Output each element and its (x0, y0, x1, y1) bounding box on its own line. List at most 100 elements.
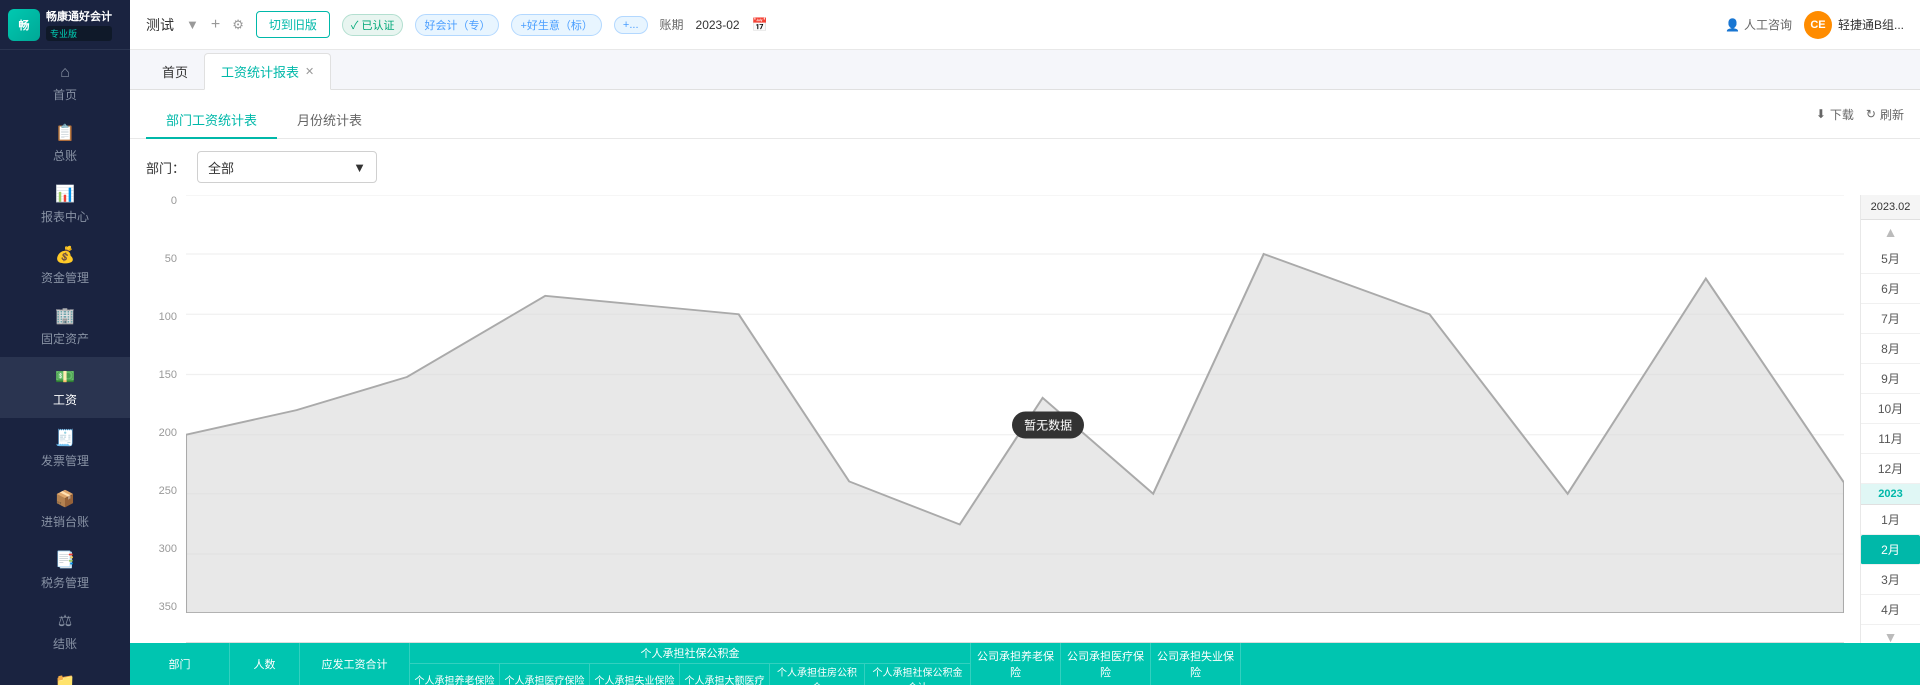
nav-up-button[interactable]: ▲ (1880, 220, 1902, 244)
calendar-icon[interactable]: 📅 (752, 17, 768, 33)
month-item[interactable]: 5月 (1861, 244, 1920, 274)
topbar-actions: 👤 人工咨询 CE 轻捷通B组... (1725, 11, 1904, 39)
sidebar-item-funds[interactable]: 💰资金管理 (0, 235, 130, 296)
chart-area: 350300250200150100500 (130, 195, 1860, 643)
download-button[interactable]: ⬇ 下载 (1816, 106, 1854, 123)
tab-home[interactable]: 首页 (146, 54, 204, 89)
nav-down-button[interactable]: ▼ (1880, 625, 1902, 643)
footer-group-header: 个人承担社保公积金 (410, 643, 970, 664)
topbar-add-icon[interactable]: + (211, 16, 220, 34)
ledger-icon: 📋 (55, 123, 75, 143)
chart-svg-container: 暂无数据 (186, 195, 1844, 613)
sidebar-item-invoice[interactable]: 🧾发票管理 (0, 418, 130, 479)
footer-group-cell: 个人承担医疗保险 (500, 664, 590, 685)
refresh-button[interactable]: ↻ 刷新 (1866, 106, 1904, 123)
toolbar-row: 部门： 全部 ▼ (130, 139, 1920, 195)
refresh-icon: ↻ (1866, 107, 1876, 121)
funds-icon: 💰 (55, 245, 75, 265)
month-2023-item[interactable]: 4月 (1861, 595, 1920, 625)
salary-icon: 💵 (55, 367, 75, 387)
topbar-dropdown-icon[interactable]: ▼ (186, 17, 199, 32)
sub-tabs: 部门工资统计表 月份统计表 (130, 90, 398, 138)
page-content: 部门工资统计表 月份统计表 ⬇ 下载 ↻ 刷新 部门： (130, 90, 1920, 685)
logo-icon: 畅 (8, 9, 40, 41)
sidebar-item-salary[interactable]: 💵工资 (0, 357, 130, 418)
y-axis-label: 350 (146, 601, 181, 613)
y-axis-label: 250 (146, 485, 181, 497)
footer-col: 应发工资合计 (300, 643, 410, 685)
period-value: 2023-02 (696, 18, 740, 32)
sidebar-item-settlement[interactable]: ⚖结账 (0, 601, 130, 662)
footer-group-cell: 个人承担社保公积金合计 (865, 664, 970, 685)
topbar-settings-icon[interactable]: ⚙ (232, 17, 244, 33)
sidebar-item-assets[interactable]: 🏢固定资产 (0, 296, 130, 357)
footer-group-cell: 个人承担大额医疗 (680, 664, 770, 685)
tab-bar: 首页 工资统计报表 ✕ (130, 50, 1920, 90)
month-item[interactable]: 9月 (1861, 364, 1920, 394)
sidebar: 畅 畅康通好会计 专业版 ⌂首页📋总账📊报表中心💰资金管理🏢固定资产💵工资🧾发票… (0, 0, 130, 685)
month-2023-item[interactable]: 2月 (1861, 535, 1920, 565)
user-name: 轻捷通B组... (1838, 16, 1904, 33)
dept-label: 部门： (146, 158, 185, 177)
y-axis-label: 0 (146, 195, 181, 207)
logo-text: 畅康通好会计 专业版 (46, 8, 112, 41)
tab-close-icon[interactable]: ✕ (305, 65, 314, 78)
tab-salary-report[interactable]: 工资统计报表 ✕ (204, 53, 331, 90)
chart-svg (186, 195, 1844, 613)
home-icon: ⌂ (60, 64, 70, 82)
sidebar-item-tax[interactable]: 📑税务管理 (0, 540, 130, 601)
topbar-title: 测试 (146, 15, 174, 35)
dept-select[interactable]: 全部 ▼ (197, 151, 377, 183)
sidebar-item-archive[interactable]: 📁归档管理 (0, 662, 130, 685)
footer-col-right: 公司承担医疗保险 (1061, 643, 1151, 685)
month-item[interactable]: 10月 (1861, 394, 1920, 424)
chevron-down-icon: ▼ (353, 160, 366, 175)
year-2023-label: 2023 (1861, 484, 1920, 505)
sidebar-item-report[interactable]: 📊报表中心 (0, 174, 130, 235)
switch-old-version-button[interactable]: 切到旧版 (256, 11, 330, 38)
tag-certified: ✓ 已认证 (342, 14, 404, 36)
year-label: 2023.02 (1861, 195, 1920, 220)
archive-icon: 📁 (55, 672, 75, 685)
footer-group-cell: 个人承担养老保险 (410, 664, 500, 685)
month-item[interactable]: 7月 (1861, 304, 1920, 334)
settlement-icon: ⚖ (58, 611, 72, 631)
sub-tab-month[interactable]: 月份统计表 (277, 102, 382, 139)
ai-service-button[interactable]: 👤 人工咨询 (1725, 16, 1792, 33)
assets-icon: 🏢 (55, 306, 75, 326)
sidebar-item-sales[interactable]: 📦进销台账 (0, 479, 130, 540)
footer-group-cell: 个人承担住房公积金 (770, 664, 865, 685)
months-list: 5月6月7月8月9月10月11月12月 (1861, 244, 1920, 484)
ai-icon: 👤 (1725, 18, 1740, 32)
month-item[interactable]: 11月 (1861, 424, 1920, 454)
y-axis-label: 200 (146, 427, 181, 439)
month-item[interactable]: 8月 (1861, 334, 1920, 364)
sidebar-item-home[interactable]: ⌂首页 (0, 54, 130, 113)
sidebar-item-ledger[interactable]: 📋总账 (0, 113, 130, 174)
sub-tab-dept[interactable]: 部门工资统计表 (146, 102, 277, 139)
invoice-icon: 🧾 (55, 428, 75, 448)
month-2023-item[interactable]: 1月 (1861, 505, 1920, 535)
tag-good-business: +好生意（标） (511, 14, 601, 36)
tag-more: +... (614, 16, 648, 34)
sidebar-nav: ⌂首页📋总账📊报表中心💰资金管理🏢固定资产💵工资🧾发票管理📦进销台账📑税务管理⚖… (0, 50, 130, 685)
download-icon: ⬇ (1816, 107, 1826, 121)
months2023-list: 1月2月3月4月 (1861, 505, 1920, 625)
y-axis-label: 300 (146, 543, 181, 555)
month-2023-item[interactable]: 3月 (1861, 565, 1920, 595)
period-label: 账期 (660, 16, 684, 33)
month-item[interactable]: 6月 (1861, 274, 1920, 304)
chart-canvas: 350300250200150100500 (146, 195, 1844, 643)
footer-col-right: 公司承担养老保险 (971, 643, 1061, 685)
y-axis-label: 150 (146, 369, 181, 381)
footer-col-right: 公司承担失业保险 (1151, 643, 1241, 685)
tag-good-accounting: 好会计（专） (415, 14, 499, 36)
user-profile[interactable]: CE 轻捷通B组... (1804, 11, 1904, 39)
footer-table-header: 部门人数应发工资合计个人承担社保公积金个人承担养老保险个人承担医疗保险个人承担失… (130, 643, 1920, 685)
y-axis-label: 100 (146, 311, 181, 323)
topbar: 测试 ▼ + ⚙ 切到旧版 ✓ 已认证 好会计（专） +好生意（标） +... … (130, 0, 1920, 50)
right-panel: 2023.02 ▲ 5月6月7月8月9月10月11月12月 2023 1月2月3… (1860, 195, 1920, 643)
footer-group-cell: 个人承担失业保险 (590, 664, 680, 685)
month-item[interactable]: 12月 (1861, 454, 1920, 484)
footer-col: 部门 (130, 643, 230, 685)
